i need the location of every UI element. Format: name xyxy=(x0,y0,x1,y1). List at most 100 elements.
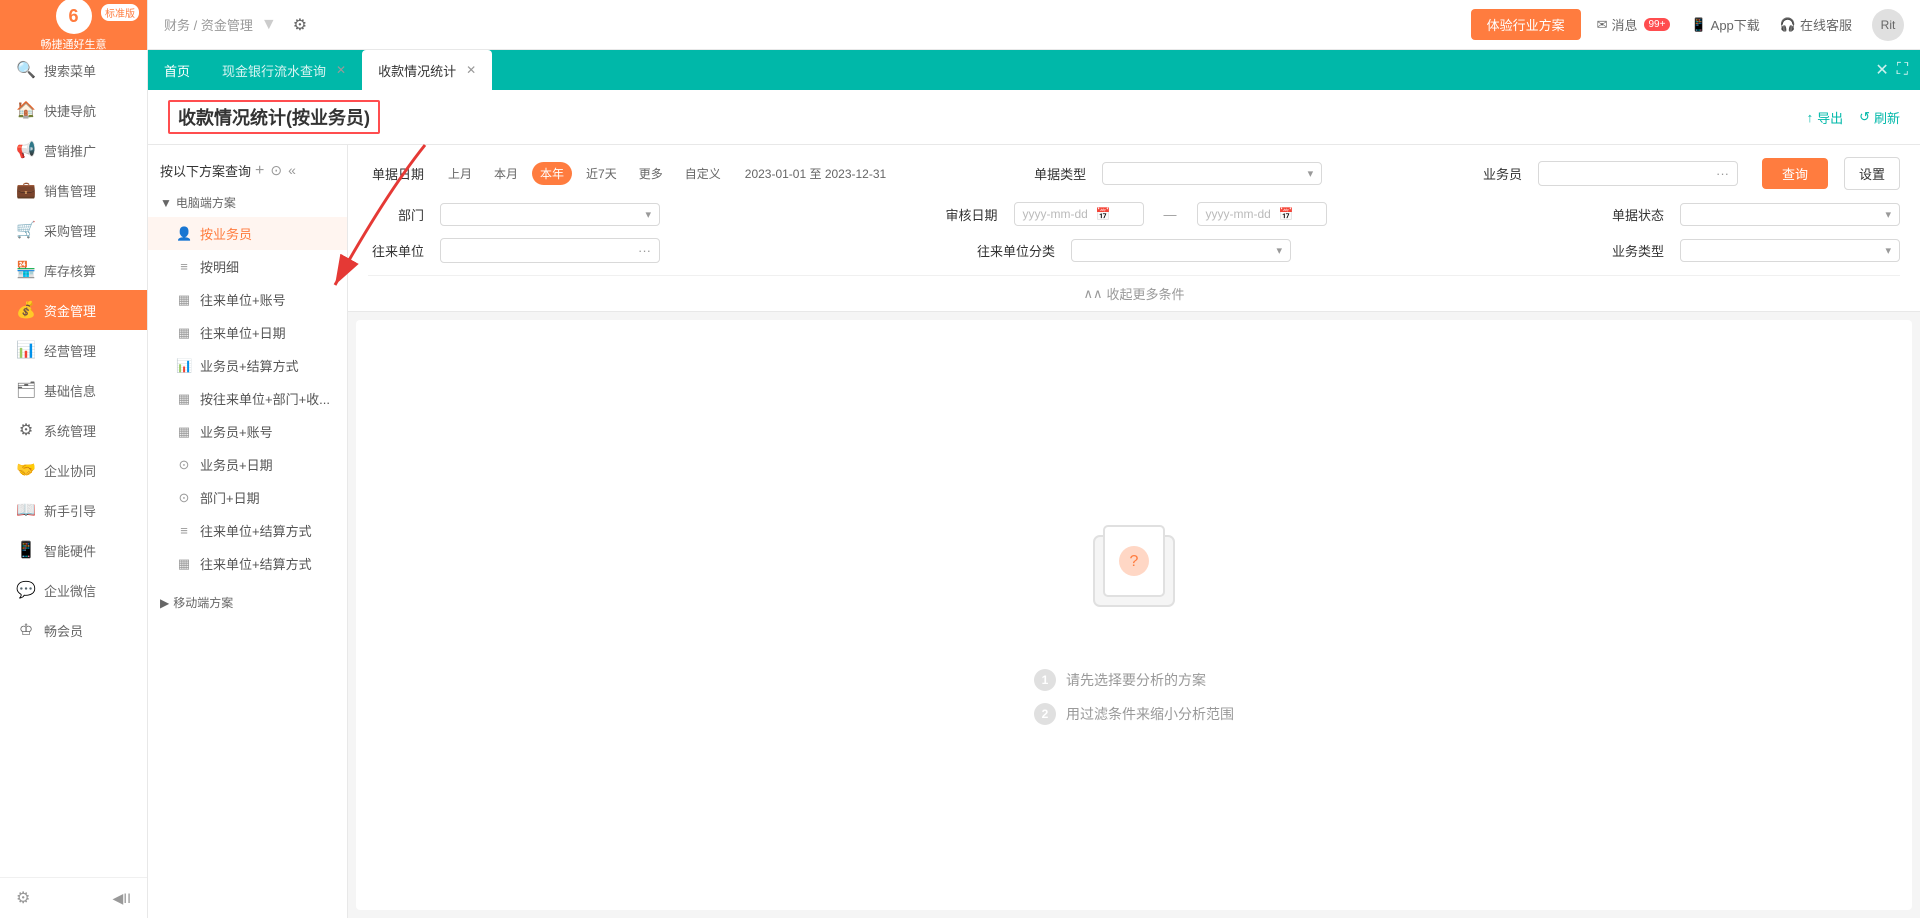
bill-status-select[interactable]: ▾ xyxy=(1680,203,1900,226)
panel-collapse-icon[interactable]: « xyxy=(288,162,296,180)
scheme-item-partner-date[interactable]: ▦ 往来单位+日期 xyxy=(148,316,347,349)
scheme-icon-clock2: ⊙ xyxy=(176,490,192,506)
sidebar-item-guide[interactable]: 📖 新手引导 xyxy=(0,490,147,530)
sidebar-item-inventory[interactable]: 🏪 库存核算 xyxy=(0,250,147,290)
date-btn-last-7days[interactable]: 近7天 xyxy=(578,162,625,185)
user-avatar[interactable]: Rit xyxy=(1872,9,1904,41)
scheme-item-partner-payment2[interactable]: ▦ 往来单位+结算方式 xyxy=(148,547,347,580)
bill-status-arrow: ▾ xyxy=(1885,208,1891,221)
sidebar-item-search-menu[interactable]: 🔍 搜索菜单 xyxy=(0,50,147,90)
breadcrumb-arrow: ▼ xyxy=(261,16,277,34)
date-btn-last-month[interactable]: 上月 xyxy=(440,162,480,185)
breadcrumb: 财务 / 资金管理 xyxy=(164,15,253,34)
app-download-label: App下载 xyxy=(1711,15,1760,34)
calendar-icon-end: 📅 xyxy=(1279,207,1294,221)
filter-collapse-button[interactable]: ∧∧ 收起更多条件 xyxy=(368,275,1900,311)
sidebar-item-enterprise[interactable]: 🤝 企业协同 xyxy=(0,450,147,490)
scheme-item-partner-account[interactable]: ▦ 往来单位+账号 xyxy=(148,283,347,316)
scheme-group-mobile-label[interactable]: ▶ 移动端方案 xyxy=(148,588,347,617)
sidebar-item-member[interactable]: ♔ 畅会员 xyxy=(0,610,147,650)
tab-close-all-icon[interactable]: ✕ xyxy=(1875,60,1888,80)
partner-category-select[interactable]: ▾ xyxy=(1071,239,1291,262)
query-button[interactable]: 查询 xyxy=(1762,158,1828,189)
scheme-item-by-detail[interactable]: ≡ 按明细 xyxy=(148,250,347,283)
tab-collection-stats[interactable]: 收款情况统计 ✕ xyxy=(362,50,492,90)
dept-select[interactable]: ▾ xyxy=(440,203,660,226)
sidebar-collapse-icon[interactable]: ◀II xyxy=(112,890,131,907)
tab-bank-flow-label: 现金银行流水查询 xyxy=(222,61,326,80)
tab-home[interactable]: 首页 xyxy=(148,50,206,90)
salesman-label: 业务员 xyxy=(1466,164,1522,183)
export-icon: ↑ xyxy=(1807,110,1814,125)
review-date-end-placeholder: yyyy-mm-dd xyxy=(1206,207,1271,221)
sidebar-item-system[interactable]: ⚙ 系统管理 xyxy=(0,410,147,450)
sidebar-item-operation[interactable]: 📊 经营管理 xyxy=(0,330,147,370)
message-icon: ✉ xyxy=(1597,17,1608,33)
page-header-actions: ↑ 导出 ↺ 刷新 xyxy=(1807,108,1900,127)
export-button[interactable]: ↑ 导出 xyxy=(1807,108,1844,127)
tab-bank-flow-close[interactable]: ✕ xyxy=(336,63,346,77)
sidebar-item-marketing[interactable]: 📢 营销推广 xyxy=(0,130,147,170)
tab-bank-flow[interactable]: 现金银行流水查询 ✕ xyxy=(206,50,362,90)
add-scheme-icon[interactable]: + xyxy=(255,162,264,180)
app-download-button[interactable]: 📱 App下载 xyxy=(1690,15,1759,34)
step-2-text: 用过滤条件来缩小分析范围 xyxy=(1066,704,1234,724)
scheme-item-dept-date[interactable]: ⊙ 部门+日期 xyxy=(148,481,347,514)
sidebar-item-purchase[interactable]: 🛒 采购管理 xyxy=(0,210,147,250)
scheme-item-by-salesman[interactable]: 👤 按业务员 xyxy=(148,217,347,250)
app-download-icon: 📱 xyxy=(1690,17,1706,33)
partner-select[interactable]: ··· xyxy=(440,238,660,263)
svg-text:?: ? xyxy=(1130,553,1139,570)
scheme-group-mobile: ▶ 移动端方案 xyxy=(148,588,347,625)
tab-expand-icon[interactable]: ⛶ xyxy=(1897,61,1908,79)
filter-row-2: 部门 ▾ 审核日期 yyyy-mm-dd 📅 — yyyy- xyxy=(368,202,1900,226)
salesman-select[interactable]: ··· xyxy=(1538,161,1738,186)
member-icon: ♔ xyxy=(16,620,36,640)
online-service-icon: 🎧 xyxy=(1780,17,1796,33)
scheme-icon-grid3: ▦ xyxy=(176,391,192,407)
sidebar-item-quick-nav[interactable]: 🏠 快捷导航 xyxy=(0,90,147,130)
review-date-start[interactable]: yyyy-mm-dd 📅 xyxy=(1014,202,1144,226)
scheme-group-desktop-label[interactable]: ▼ 电脑端方案 xyxy=(148,188,347,217)
scheme-item-partner-payment1[interactable]: ≡ 往来单位+结算方式 xyxy=(148,514,347,547)
sidebar-item-wechat[interactable]: 💬 企业微信 xyxy=(0,570,147,610)
sidebar-item-finance[interactable]: 💰 资金管理 xyxy=(0,290,147,330)
refresh-button[interactable]: ↺ 刷新 xyxy=(1859,108,1900,127)
scheme-icon-person: 👤 xyxy=(176,226,192,242)
topbar-gear[interactable]: ⚙ xyxy=(293,15,307,35)
bill-status-label: 单据状态 xyxy=(1608,205,1664,224)
group-expand-arrow: ▼ xyxy=(160,196,172,210)
scheme-item-salesman-account[interactable]: ▦ 业务员+账号 xyxy=(148,415,347,448)
scheme-icon-grid2: ▦ xyxy=(176,325,192,341)
date-btn-more[interactable]: 更多 xyxy=(631,162,671,185)
date-btn-this-month[interactable]: 本月 xyxy=(486,162,526,185)
settings-button[interactable]: 设置 xyxy=(1844,157,1900,190)
quick-nav-icon: 🏠 xyxy=(16,100,36,120)
tab-collection-stats-close[interactable]: ✕ xyxy=(466,63,476,77)
sidebar-item-hardware[interactable]: 📱 智能硬件 xyxy=(0,530,147,570)
business-type-select[interactable]: ▾ xyxy=(1680,239,1900,262)
business-type-arrow: ▾ xyxy=(1885,244,1891,257)
date-range-display: 2023-01-01 至 2023-12-31 xyxy=(745,165,886,182)
content: 按以下方案查询 + ⊙ « ▼ 电脑端方案 👤 按业务员 ≡ xyxy=(148,145,1920,918)
empty-step-2: 2 用过滤条件来缩小分析范围 xyxy=(1034,703,1234,725)
industry-plan-button[interactable]: 体验行业方案 xyxy=(1471,9,1581,40)
partner-category-label: 往来单位分类 xyxy=(977,241,1055,260)
scheme-item-partner-dept-collect[interactable]: ▦ 按往来单位+部门+收... xyxy=(148,382,347,415)
operation-icon: 📊 xyxy=(16,340,36,360)
scheme-icon-grid4: ▦ xyxy=(176,424,192,440)
scheme-item-salesman-date[interactable]: ⊙ 业务员+日期 xyxy=(148,448,347,481)
scheme-settings-icon[interactable]: ⊙ xyxy=(270,162,282,180)
review-date-end[interactable]: yyyy-mm-dd 📅 xyxy=(1197,202,1327,226)
sidebar-item-sales[interactable]: 💼 销售管理 xyxy=(0,170,147,210)
left-panel: 按以下方案查询 + ⊙ « ▼ 电脑端方案 👤 按业务员 ≡ xyxy=(148,145,348,918)
message-button[interactable]: ✉ 消息 99+ xyxy=(1597,15,1671,34)
date-btn-custom[interactable]: 自定义 xyxy=(677,162,729,185)
date-btn-this-year[interactable]: 本年 xyxy=(532,162,572,185)
scheme-item-salesman-payment[interactable]: 📊 业务员+结算方式 xyxy=(148,349,347,382)
online-service-button[interactable]: 🎧 在线客服 xyxy=(1780,15,1852,34)
sidebar-settings-icon[interactable]: ⚙ xyxy=(16,888,30,908)
bill-type-select[interactable]: ▾ xyxy=(1102,162,1322,185)
system-icon: ⚙ xyxy=(16,420,36,440)
sidebar-item-basic[interactable]: 🗂 基础信息 xyxy=(0,370,147,410)
